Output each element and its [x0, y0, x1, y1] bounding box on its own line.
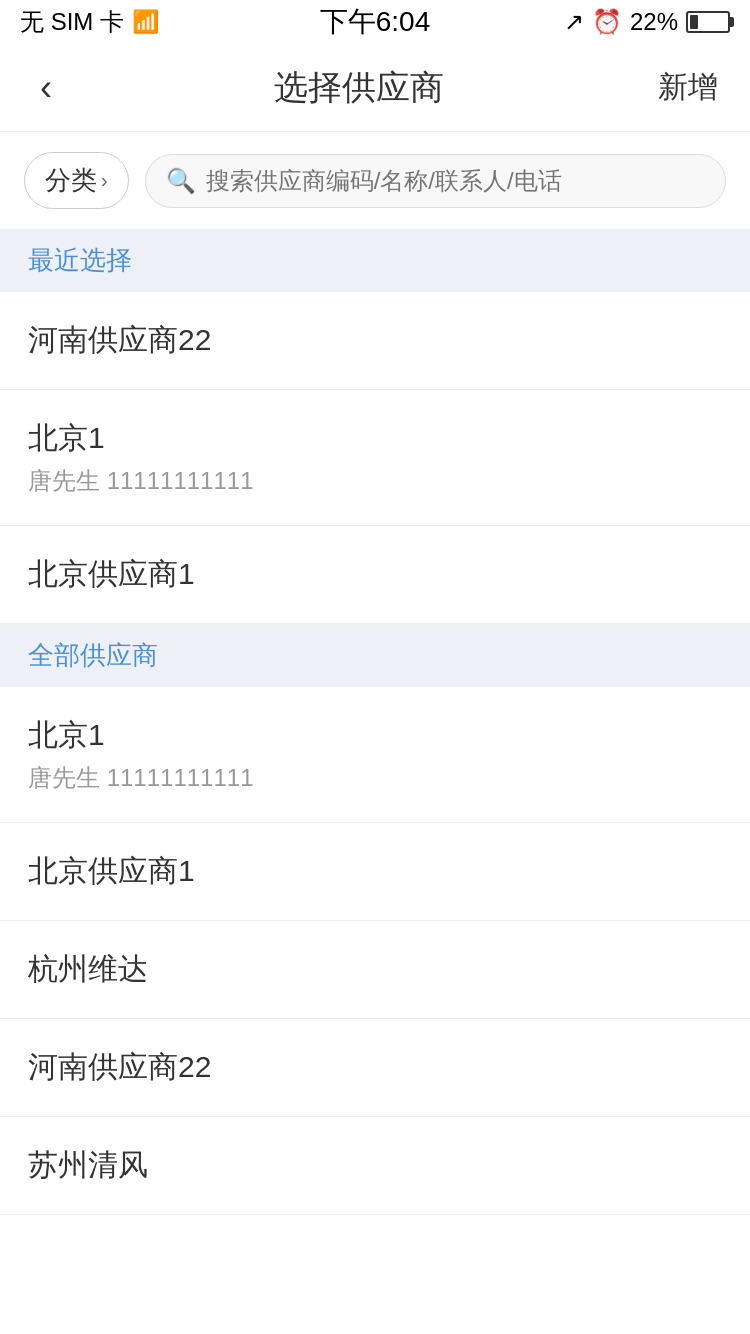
- supplier-name: 苏州清风: [28, 1145, 722, 1186]
- search-area: 分类 › 🔍: [0, 132, 750, 229]
- wifi-icon: 📶: [132, 9, 159, 35]
- list-item[interactable]: 北京1 唐先生 11111111111: [0, 687, 750, 823]
- list-item[interactable]: 北京1 唐先生 11111111111: [0, 390, 750, 526]
- supplier-name: 北京1: [28, 715, 722, 756]
- list-item[interactable]: 北京供应商1: [0, 526, 750, 624]
- list-item[interactable]: 河南供应商22: [0, 1019, 750, 1117]
- recent-items-list: 河南供应商22 北京1 唐先生 11111111111 北京供应商1: [0, 292, 750, 624]
- back-button[interactable]: ‹: [32, 59, 60, 117]
- category-label: 分类: [45, 163, 97, 198]
- add-button[interactable]: 新增: [658, 67, 718, 108]
- list-item[interactable]: 北京供应商1: [0, 823, 750, 921]
- recent-section-title: 最近选择: [28, 245, 132, 275]
- supplier-detail: 唐先生 11111111111: [28, 465, 722, 497]
- page-title: 选择供应商: [274, 65, 444, 111]
- carrier-text: 无 SIM 卡: [20, 6, 124, 38]
- nav-bar: ‹ 选择供应商 新增: [0, 44, 750, 132]
- chevron-right-icon: ›: [101, 169, 108, 192]
- search-icon: 🔍: [166, 167, 196, 195]
- supplier-name: 北京供应商1: [28, 851, 722, 892]
- location-icon: ↗: [564, 8, 584, 36]
- status-bar-right: ↗ ⏰ 22%: [564, 8, 730, 36]
- recent-section-header: 最近选择: [0, 229, 750, 292]
- all-section-header: 全部供应商: [0, 624, 750, 687]
- supplier-detail: 唐先生 11111111111: [28, 762, 722, 794]
- category-filter-button[interactable]: 分类 ›: [24, 152, 129, 209]
- supplier-name: 杭州维达: [28, 949, 722, 990]
- all-items-list: 北京1 唐先生 11111111111 北京供应商1 杭州维达 河南供应商22 …: [0, 687, 750, 1215]
- list-item[interactable]: 杭州维达: [0, 921, 750, 1019]
- battery-icon: [686, 11, 730, 33]
- status-bar-time: 下午6:04: [320, 3, 431, 41]
- all-section-title: 全部供应商: [28, 640, 158, 670]
- status-bar: 无 SIM 卡 📶 下午6:04 ↗ ⏰ 22%: [0, 0, 750, 44]
- battery-percentage: 22%: [630, 8, 678, 36]
- supplier-name: 河南供应商22: [28, 320, 722, 361]
- list-item[interactable]: 河南供应商22: [0, 292, 750, 390]
- battery-fill: [690, 15, 698, 29]
- status-bar-left: 无 SIM 卡 📶: [20, 6, 159, 38]
- supplier-name: 北京供应商1: [28, 554, 722, 595]
- supplier-name: 北京1: [28, 418, 722, 459]
- search-input[interactable]: [206, 167, 705, 195]
- alarm-icon: ⏰: [592, 8, 622, 36]
- list-item[interactable]: 苏州清风: [0, 1117, 750, 1215]
- supplier-name: 河南供应商22: [28, 1047, 722, 1088]
- search-box: 🔍: [145, 154, 726, 208]
